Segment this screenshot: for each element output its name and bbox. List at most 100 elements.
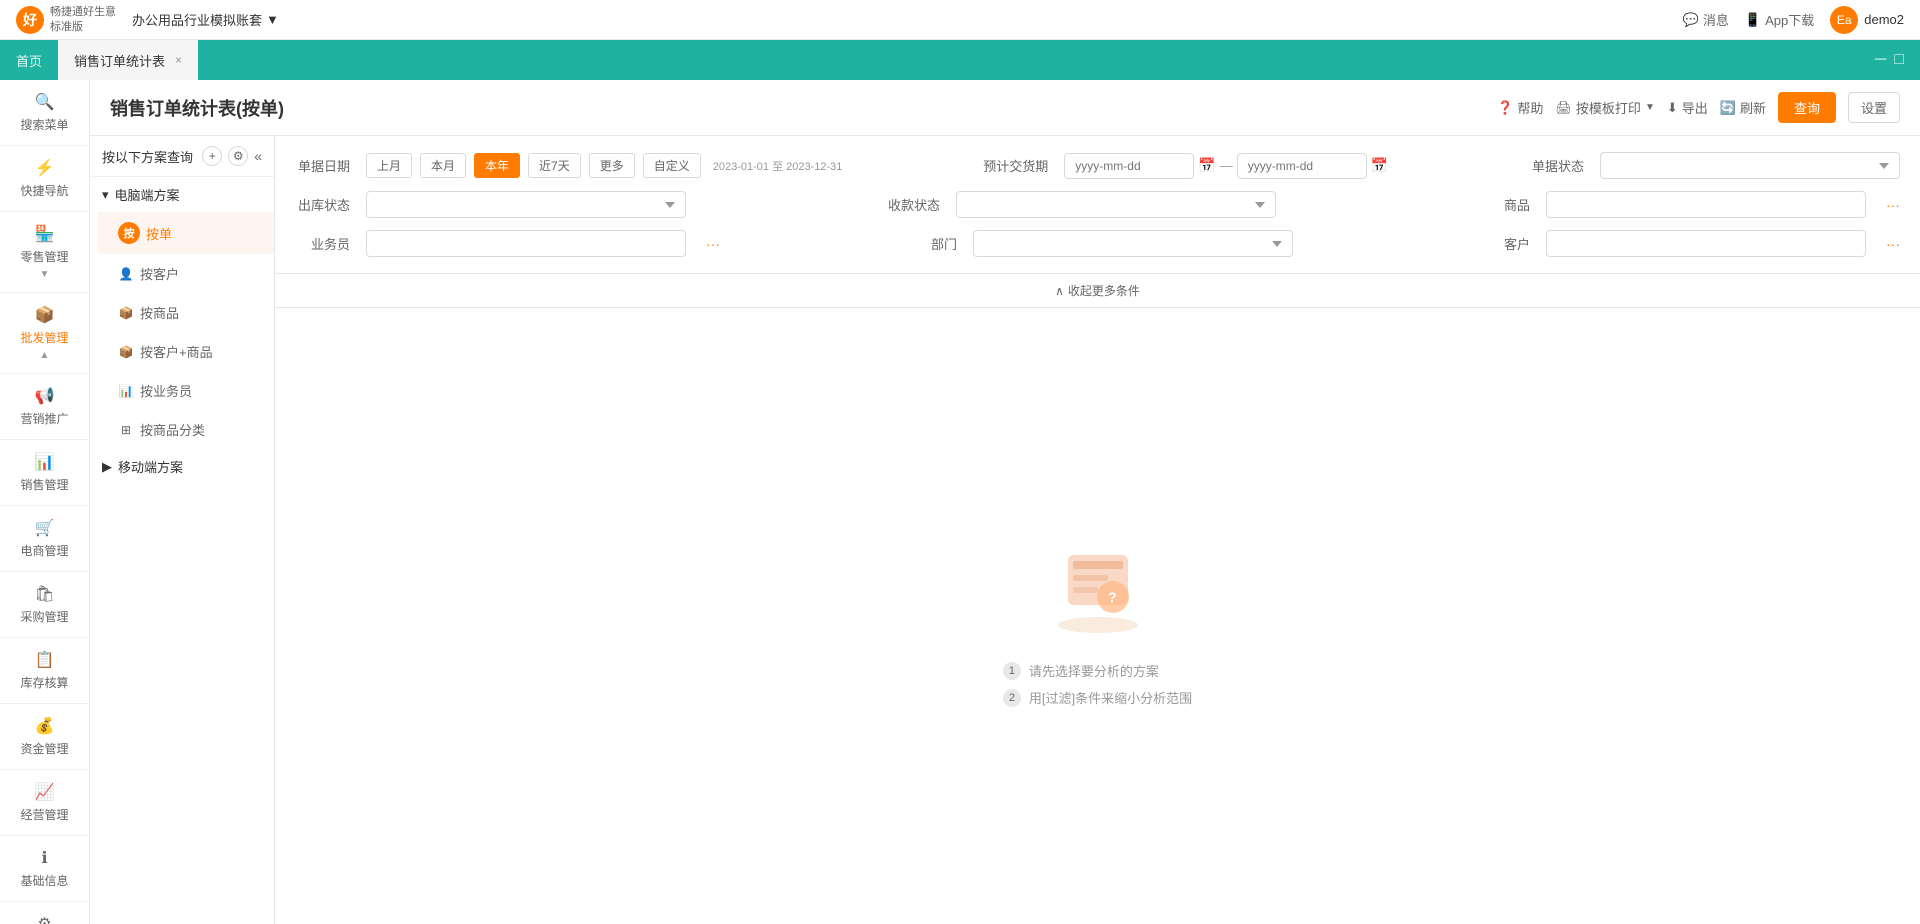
- status-label: 单据状态: [1529, 156, 1584, 175]
- user-profile[interactable]: Ea demo2: [1830, 6, 1904, 34]
- calendar-start-icon[interactable]: 📅: [1198, 157, 1215, 174]
- empty-illustration: ?: [1038, 525, 1158, 645]
- collapse-up-icon: ∧: [1055, 284, 1064, 298]
- scheme-category-pc[interactable]: ▾ 电脑端方案: [90, 177, 274, 212]
- last7-button[interactable]: 近7天: [528, 153, 581, 178]
- expected-date-end[interactable]: [1237, 153, 1367, 179]
- tab-sales-order[interactable]: 销售订单统计表 ×: [58, 40, 198, 80]
- empty-hints: 1 请先选择要分析的方案 2 用[过滤]条件来缩小分析范围: [1003, 661, 1192, 707]
- filter-row-3: 业务员 ··· 部门 客户 ···: [295, 230, 1900, 257]
- scheme-item-by-category[interactable]: ⊞ 按商品分类: [98, 410, 274, 449]
- sidebar-item-retail[interactable]: 🏪 零售管理 ▼: [0, 212, 89, 293]
- department-select[interactable]: [973, 230, 1293, 257]
- logo-text: 畅捷通好生意 标准版: [50, 5, 116, 34]
- customer-ellipsis-button[interactable]: ···: [1886, 236, 1900, 252]
- inventory-icon: 📋: [35, 650, 55, 670]
- salesperson-scheme-icon: 📊: [118, 383, 134, 399]
- payment-status-select[interactable]: [956, 191, 1276, 218]
- app-download-button[interactable]: 📱 App下载: [1745, 10, 1814, 29]
- query-button[interactable]: 查询: [1778, 92, 1836, 123]
- left-panel-header: 按以下方案查询 + ⚙ «: [90, 136, 274, 177]
- goods-input[interactable]: [1546, 191, 1866, 218]
- payment-select-wrapper: [956, 191, 1276, 218]
- print-button[interactable]: 🖨 按模板打印 ▼: [1555, 98, 1654, 117]
- date-label: 单据日期: [295, 156, 350, 175]
- scheme-item-by-order[interactable]: 按 按单: [98, 212, 274, 254]
- expected-date-start[interactable]: [1064, 153, 1194, 179]
- scheme-item-by-customer-goods[interactable]: 📦 按客户+商品: [98, 332, 274, 371]
- top-bar: 好 畅捷通好生意 标准版 办公用品行业模拟账套 ▼ 💬 消息 📱 App下载 E…: [0, 0, 1920, 40]
- sidebar-item-search[interactable]: 🔍 搜索菜单: [0, 80, 89, 146]
- scheme-item-by-goods[interactable]: 📦 按商品: [98, 293, 274, 332]
- add-scheme-button[interactable]: +: [202, 146, 222, 166]
- sales-icon: 📊: [35, 452, 55, 472]
- goods-scheme-icon: 📦: [118, 305, 134, 321]
- expected-date-range: 📅 — 📅: [1064, 153, 1388, 179]
- svg-text:?: ?: [1108, 589, 1117, 605]
- sidebar-item-wholesale[interactable]: 📦 批发管理 ▲: [0, 293, 89, 374]
- refresh-button[interactable]: 🔄 刷新: [1720, 98, 1766, 117]
- tab-maximize-button[interactable]: □: [1894, 51, 1904, 69]
- sidebar-item-sales[interactable]: 📊 销售管理: [0, 440, 89, 506]
- empty-hint-2: 2 用[过滤]条件来缩小分析范围: [1003, 688, 1192, 707]
- sidebar-item-basic-info[interactable]: ℹ 基础信息: [0, 836, 89, 902]
- sidebar: 🔍 搜索菜单 ⚡ 快捷导航 🏪 零售管理 ▼ 📦 批发管理 ▲ 📢 营销推广 📊…: [0, 80, 90, 924]
- this-year-button[interactable]: 本年: [474, 153, 520, 178]
- category-scheme-icon: ⊞: [118, 422, 134, 438]
- customer-label: 客户: [1475, 234, 1530, 253]
- custom-date-button[interactable]: 自定义: [643, 153, 701, 178]
- sidebar-item-system[interactable]: ⚙ 系统管理: [0, 902, 89, 924]
- filter-row-1: 单据日期 上月 本月 本年 近7天 更多 自定义 2023-01-01 至 20…: [295, 152, 1900, 179]
- customer-input[interactable]: [1546, 230, 1866, 257]
- export-button[interactable]: ⬇ 导出: [1667, 98, 1708, 117]
- status-select[interactable]: [1600, 152, 1900, 179]
- status-select-wrapper: [1600, 152, 1900, 179]
- retail-icon: 🏪: [35, 224, 55, 244]
- logo-area: 好 畅捷通好生意 标准版: [16, 5, 116, 34]
- filter-row-2: 出库状态 收款状态: [295, 191, 1900, 218]
- sidebar-item-quicknav[interactable]: ⚡ 快捷导航: [0, 146, 89, 212]
- sidebar-item-finance[interactable]: 💰 资金管理: [0, 704, 89, 770]
- calendar-end-icon[interactable]: 📅: [1371, 157, 1388, 174]
- salesperson-input[interactable]: [366, 230, 686, 257]
- left-panel: 按以下方案查询 + ⚙ « ▾ 电脑端方案 按 按单: [90, 136, 275, 924]
- help-icon: ❓: [1497, 100, 1513, 116]
- app-selector[interactable]: 办公用品行业模拟账套 ▼: [124, 6, 287, 33]
- finance-icon: 💰: [35, 716, 55, 736]
- scheme-category-mobile[interactable]: ▶ 移动端方案: [90, 449, 274, 484]
- left-panel-actions: + ⚙ «: [202, 146, 262, 166]
- delivery-status-label: 出库状态: [295, 195, 350, 214]
- help-button[interactable]: ❓ 帮助: [1497, 98, 1543, 117]
- scheme-item-by-customer[interactable]: 👤 按客户: [98, 254, 274, 293]
- top-bar-left: 好 畅捷通好生意 标准版 办公用品行业模拟账套 ▼: [16, 5, 287, 34]
- export-icon: ⬇: [1667, 100, 1678, 116]
- main-layout: 🔍 搜索菜单 ⚡ 快捷导航 🏪 零售管理 ▼ 📦 批发管理 ▲ 📢 营销推广 📊…: [0, 80, 1920, 924]
- sidebar-item-purchase[interactable]: 🛍 采购管理: [0, 572, 89, 638]
- collapse-bar[interactable]: ∧ 收起更多条件: [275, 274, 1920, 308]
- sidebar-item-inventory[interactable]: 📋 库存核算: [0, 638, 89, 704]
- message-button[interactable]: 💬 消息: [1683, 10, 1729, 29]
- collapse-panel-button[interactable]: «: [254, 148, 262, 164]
- user-name: demo2: [1864, 12, 1904, 27]
- scheme-item-by-salesperson[interactable]: 📊 按业务员: [98, 371, 274, 410]
- tab-close-icon[interactable]: ×: [175, 53, 182, 67]
- scheme-settings-button[interactable]: ⚙: [228, 146, 248, 166]
- delivery-status-select[interactable]: [366, 191, 686, 218]
- tab-home[interactable]: 首页: [0, 40, 58, 80]
- more-date-button[interactable]: 更多: [589, 153, 635, 178]
- sidebar-item-marketing[interactable]: 📢 营销推广: [0, 374, 89, 440]
- salesperson-label: 业务员: [295, 234, 350, 253]
- this-month-button[interactable]: 本月: [420, 153, 466, 178]
- settings-button[interactable]: 设置: [1848, 92, 1900, 123]
- salesperson-ellipsis-button[interactable]: ···: [706, 236, 720, 252]
- last-month-button[interactable]: 上月: [366, 153, 412, 178]
- tab-minimize-button[interactable]: ─: [1875, 51, 1886, 69]
- download-icon: 📱: [1745, 12, 1761, 28]
- wholesale-arrow-icon: ▲: [40, 350, 50, 361]
- goods-ellipsis-button[interactable]: ···: [1886, 197, 1900, 213]
- sidebar-item-operations[interactable]: 📈 经营管理: [0, 770, 89, 836]
- customer-scheme-icon: 👤: [118, 266, 134, 282]
- tab-bar: 首页 销售订单统计表 × ─ □: [0, 40, 1920, 80]
- operations-icon: 📈: [35, 782, 55, 802]
- sidebar-item-ecommerce[interactable]: 🛒 电商管理: [0, 506, 89, 572]
